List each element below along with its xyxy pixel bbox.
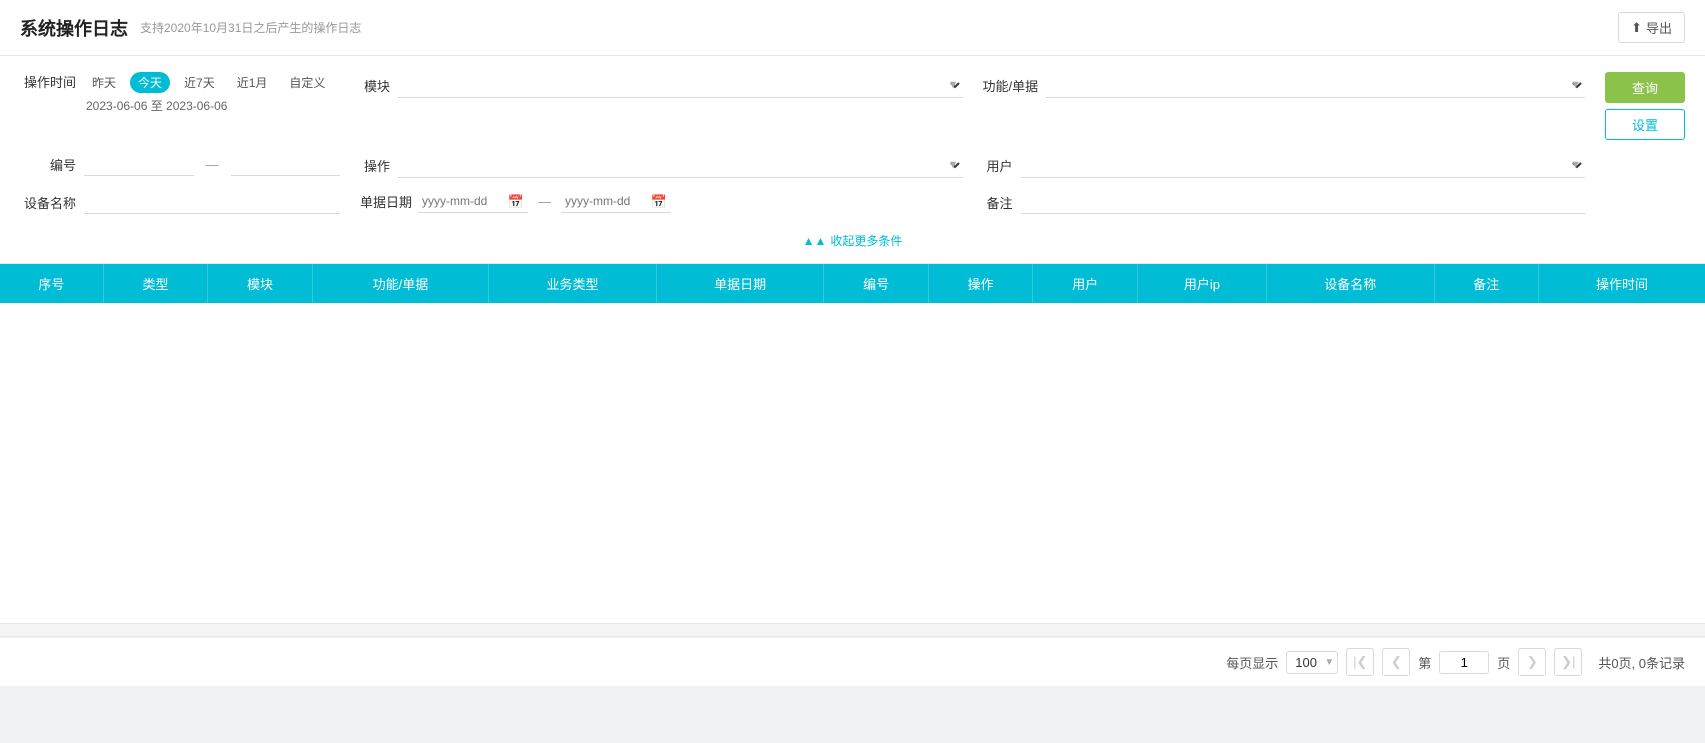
func-select[interactable]: [1046, 72, 1585, 98]
col-no: 编号: [824, 264, 928, 303]
time-range-text: 2023-06-06 至 2023-06-06: [86, 97, 333, 114]
page-size-label: 每页显示: [1226, 653, 1278, 672]
device-filter-col: 设备名称: [20, 190, 340, 214]
time-btn-custom[interactable]: 自定义: [281, 72, 333, 93]
user-select-wrapper: ▼: [1021, 152, 1586, 178]
col-op-time: 操作时间: [1539, 264, 1705, 303]
scrollbar-area[interactable]: [0, 623, 1705, 637]
time-filter-area: 昨天 今天 近7天 近1月 自定义 2023-06-06 至 2023-06-0…: [84, 72, 333, 114]
page-size-wrapper: 50 100 200 ▼: [1286, 651, 1338, 674]
collapse-bar[interactable]: ▲▲ 收起更多条件: [20, 226, 1685, 253]
func-filter-col: 功能/单据 ▼: [983, 72, 1586, 98]
time-btn-today[interactable]: 今天: [130, 72, 170, 93]
pagination-bar: 每页显示 50 100 200 ▼ |❮ ❮ 第 页 ❯ ❯| 共0页, 0条记…: [0, 637, 1705, 686]
filter-row-2: 编号 — 操作 ▼ 用户 ▼: [20, 152, 1685, 178]
table-header: 序号 类型 模块 功能/单据 业务类型 单据日期 编号 操作 用户 用户ip 设…: [0, 264, 1705, 303]
date-end-wrapper: 📅: [561, 190, 671, 213]
table-section: 序号 类型 模块 功能/单据 业务类型 单据日期 编号 操作 用户 用户ip 设…: [0, 264, 1705, 623]
time-btn-7days[interactable]: 近7天: [176, 72, 223, 93]
no-filter-col: 编号 —: [20, 152, 340, 176]
col-module: 模块: [208, 264, 312, 303]
empty-area: [0, 303, 1705, 623]
table-header-row: 序号 类型 模块 功能/单据 业务类型 单据日期 编号 操作 用户 用户ip 设…: [0, 264, 1705, 303]
module-select[interactable]: [398, 72, 963, 98]
no-label: 编号: [20, 155, 76, 174]
device-input[interactable]: [84, 190, 340, 214]
prev-page-button[interactable]: ❮: [1382, 648, 1410, 676]
query-button[interactable]: 查询: [1605, 72, 1685, 103]
page-subtitle: 支持2020年10月31日之后产生的操作日志: [140, 19, 361, 36]
collapse-label: 收起更多条件: [830, 232, 902, 249]
col-biz-type: 业务类型: [489, 264, 657, 303]
date-start-wrapper: 📅: [418, 190, 528, 213]
module-select-wrapper: ▼: [398, 72, 963, 98]
func-select-wrapper: ▼: [1046, 72, 1585, 98]
settings-button[interactable]: 设置: [1605, 109, 1685, 140]
time-label: 操作时间: [20, 72, 76, 91]
no-input-end[interactable]: [231, 152, 341, 176]
col-type: 类型: [103, 264, 207, 303]
date-separator: —: [534, 194, 555, 209]
user-filter-col: 用户 ▼: [983, 152, 1586, 178]
col-voucher-date: 单据日期: [656, 264, 824, 303]
export-label: 导出: [1646, 18, 1672, 37]
export-button[interactable]: ⬆ 导出: [1618, 12, 1685, 43]
module-filter-col: 模块 ▼: [360, 72, 963, 98]
module-label: 模块: [360, 76, 390, 95]
filter-row-1: 操作时间 昨天 今天 近7天 近1月 自定义 2023-06-06 至 2023…: [20, 72, 1685, 140]
page-suffix: 页: [1497, 653, 1510, 672]
date-start-input[interactable]: [418, 190, 528, 213]
voucher-date-label: 单据日期: [360, 192, 412, 211]
last-page-button[interactable]: ❯|: [1554, 648, 1582, 676]
filter-area: 操作时间 昨天 今天 近7天 近1月 自定义 2023-06-06 至 2023…: [0, 56, 1705, 264]
col-user-ip: 用户ip: [1137, 264, 1266, 303]
col-index: 序号: [0, 264, 103, 303]
filter-row-3: 设备名称 单据日期 📅 — 📅 备注: [20, 190, 1685, 214]
next-page-button[interactable]: ❯: [1518, 648, 1546, 676]
action-buttons: 查询 设置: [1605, 72, 1685, 140]
scrollbar-inner: [0, 624, 1705, 636]
page-input[interactable]: [1439, 651, 1489, 674]
page-size-select[interactable]: 50 100 200: [1286, 651, 1338, 674]
operation-select[interactable]: [398, 152, 963, 178]
collapse-chevron-icon: ▲▲: [803, 234, 827, 248]
page-label: 第: [1418, 653, 1431, 672]
operation-filter-col: 操作 ▼: [360, 152, 963, 178]
operation-select-wrapper: ▼: [398, 152, 963, 178]
col-operation: 操作: [928, 264, 1032, 303]
user-select[interactable]: [1021, 152, 1586, 178]
remark-input[interactable]: [1021, 190, 1586, 214]
time-btn-yesterday[interactable]: 昨天: [84, 72, 124, 93]
page-header: 系统操作日志 支持2020年10月31日之后产生的操作日志 ⬆ 导出: [0, 0, 1705, 56]
col-device: 设备名称: [1266, 264, 1434, 303]
user-label: 用户: [983, 156, 1013, 175]
date-end-input[interactable]: [561, 190, 671, 213]
col-func: 功能/单据: [312, 264, 488, 303]
total-text: 共0页, 0条记录: [1598, 653, 1685, 672]
title-area: 系统操作日志 支持2020年10月31日之后产生的操作日志: [20, 15, 361, 41]
voucher-date-filter-col: 单据日期 📅 — 📅: [360, 190, 963, 213]
col-user: 用户: [1033, 264, 1137, 303]
remark-label: 备注: [983, 193, 1013, 212]
first-page-button[interactable]: |❮: [1346, 648, 1374, 676]
time-filter-col: 操作时间 昨天 今天 近7天 近1月 自定义 2023-06-06 至 2023…: [20, 72, 340, 114]
no-input-start[interactable]: [84, 152, 194, 176]
time-buttons: 昨天 今天 近7天 近1月 自定义: [84, 72, 333, 93]
device-label: 设备名称: [20, 193, 76, 212]
export-icon: ⬆: [1631, 20, 1642, 36]
time-btn-1month[interactable]: 近1月: [229, 72, 276, 93]
col-remark: 备注: [1434, 264, 1538, 303]
page-title: 系统操作日志: [20, 15, 128, 41]
func-label: 功能/单据: [983, 76, 1039, 95]
operation-label: 操作: [360, 156, 390, 175]
data-table: 序号 类型 模块 功能/单据 业务类型 单据日期 编号 操作 用户 用户ip 设…: [0, 264, 1705, 303]
remark-filter-col: 备注: [983, 190, 1586, 214]
no-separator: —: [202, 157, 223, 172]
